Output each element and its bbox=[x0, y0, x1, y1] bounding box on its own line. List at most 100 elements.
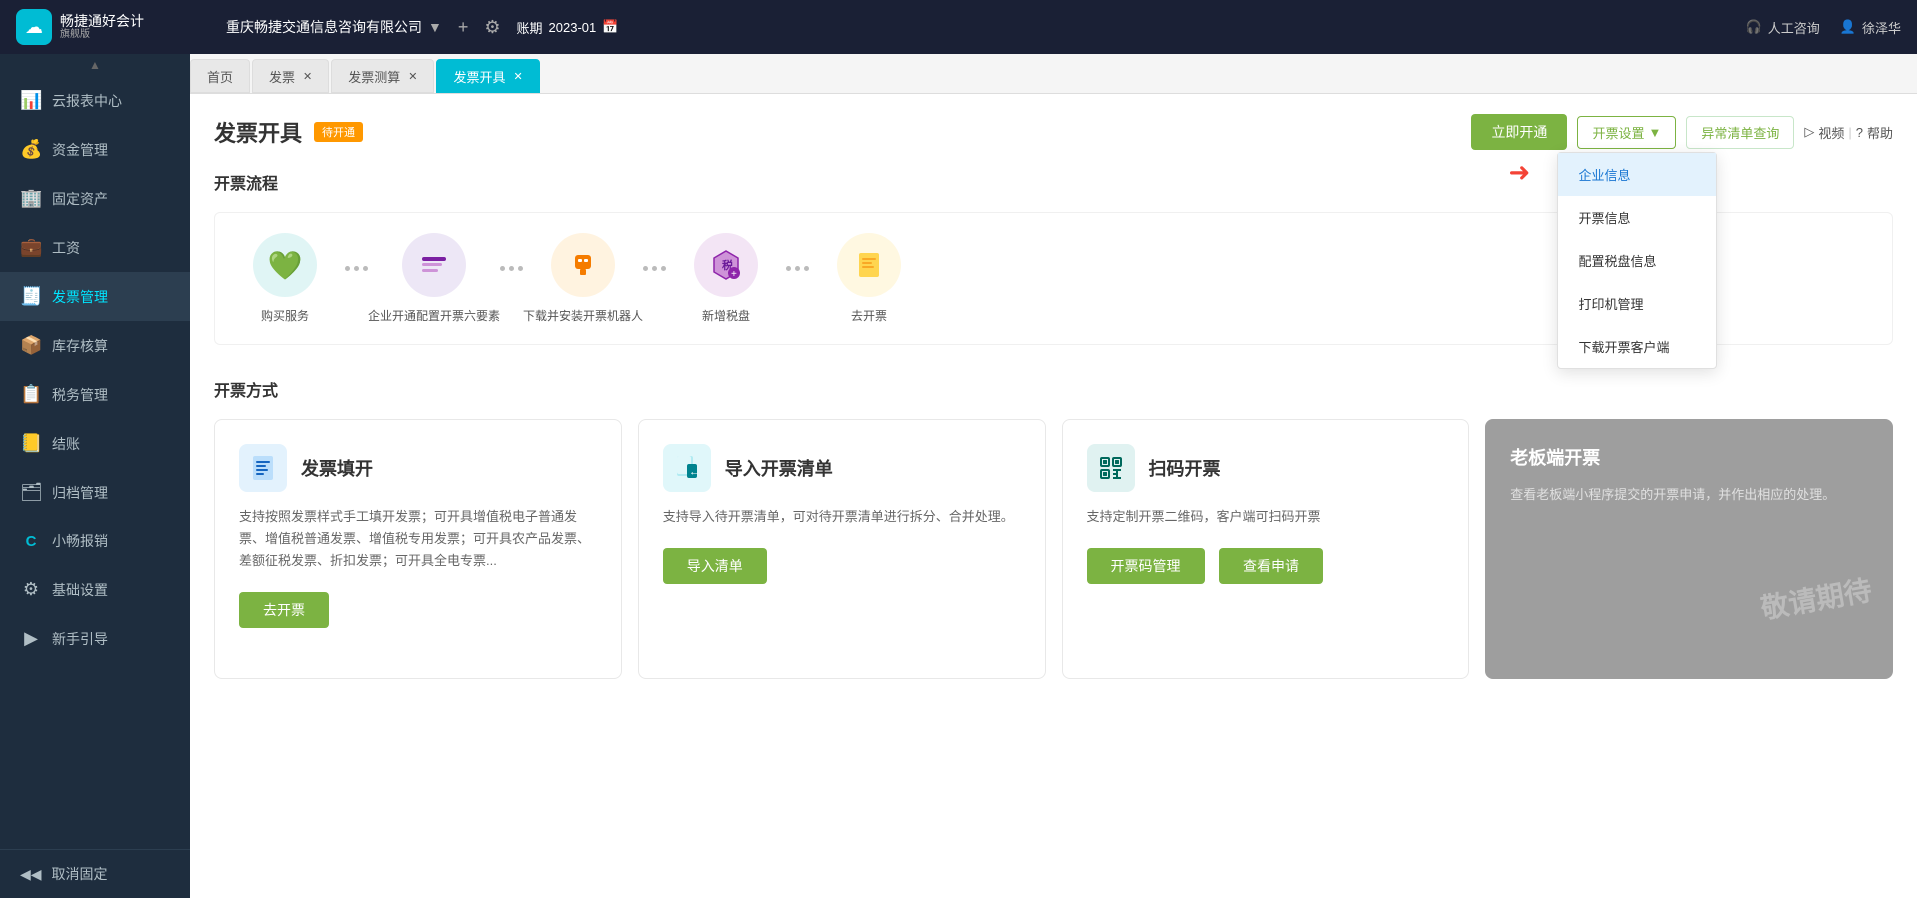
tab-fapiao-close[interactable]: ✕ bbox=[303, 70, 312, 83]
tax-icon: 📋 bbox=[20, 384, 42, 405]
manual-invoice-button[interactable]: 去开票 bbox=[239, 592, 329, 628]
process-step-install: 下载并安装开票机器人 bbox=[523, 233, 643, 324]
settings-button[interactable]: 开票设置 ▼ bbox=[1577, 116, 1676, 149]
period-value: 2023-01 bbox=[549, 20, 597, 35]
sidebar: ▲ 📊 云报表中心 💰 资金管理 🏢 固定资产 💼 工资 🧾 发票管理 📦 库存… bbox=[0, 54, 190, 898]
company-name-text: 重庆畅捷交通信息咨询有限公司 bbox=[226, 17, 422, 37]
method-card-boss-header: 老板端开票 bbox=[1510, 444, 1868, 470]
process-step-buy: 💚 购买服务 bbox=[225, 233, 345, 324]
tab-home[interactable]: 首页 bbox=[190, 59, 250, 93]
sidebar-item-gongzi[interactable]: 💼 工资 bbox=[0, 223, 190, 272]
settings-icon[interactable]: ⚙ bbox=[484, 17, 500, 38]
calendar-icon[interactable]: 📅 bbox=[602, 19, 618, 35]
app-name: 畅捷通好会计 bbox=[60, 13, 144, 30]
briefcase-icon: 💼 bbox=[20, 237, 42, 258]
dropdown-arrow-icon: ▼ bbox=[1648, 125, 1661, 140]
sidebar-item-jiezhang[interactable]: 📒 结账 bbox=[0, 419, 190, 468]
sidebar-label-yunbao: 云报表中心 bbox=[52, 91, 122, 111]
process-dots-2 bbox=[500, 266, 523, 291]
step-label-invoice: 去开票 bbox=[851, 307, 887, 324]
pin-icon: ◀◀ bbox=[20, 866, 42, 883]
dropdown-item-invoice[interactable]: 开票信息 bbox=[1558, 196, 1716, 239]
import-svg-icon: ← bbox=[673, 454, 701, 482]
play-circle-icon: ▷ bbox=[1804, 124, 1814, 140]
process-dots-3 bbox=[643, 266, 666, 291]
tab-fapiao[interactable]: 发票 ✕ bbox=[252, 59, 329, 93]
dropdown-item-taxdisk[interactable]: 配置税盘信息 bbox=[1558, 239, 1716, 282]
sidebar-item-yunbao[interactable]: 📊 云报表中心 bbox=[0, 76, 190, 125]
svg-text:+: + bbox=[731, 269, 737, 280]
sidebar-item-zijin[interactable]: 💰 资金管理 bbox=[0, 125, 190, 174]
step-icon-install bbox=[551, 233, 615, 297]
process-dots-4 bbox=[786, 266, 809, 291]
import-list-button[interactable]: 导入清单 bbox=[663, 548, 767, 584]
invoice-icon: 🧾 bbox=[20, 286, 42, 307]
user-area[interactable]: 👤 徐泽华 bbox=[1840, 18, 1901, 37]
sidebar-item-guidang[interactable]: 🗂 归档管理 bbox=[0, 468, 190, 517]
tab-home-label: 首页 bbox=[207, 67, 233, 86]
scan-icon bbox=[1087, 444, 1135, 492]
anomaly-button[interactable]: 异常清单查询 bbox=[1686, 116, 1794, 149]
process-dots-1 bbox=[345, 266, 368, 291]
qr-manage-button[interactable]: 开票码管理 bbox=[1087, 548, 1205, 584]
header-center: 重庆畅捷交通信息咨询有限公司 ▼ + ⚙ 账期 2023-01 📅 bbox=[206, 17, 1746, 38]
import-icon: ← bbox=[663, 444, 711, 492]
consult-label: 人工咨询 bbox=[1768, 18, 1820, 37]
tab-bar: 首页 发票 ✕ 发票测算 ✕ 发票开具 ✕ ✕ ⛶ bbox=[190, 54, 1917, 94]
dot bbox=[795, 266, 800, 271]
archive-icon: 🗂 bbox=[20, 482, 42, 503]
play-icon: ▶ bbox=[20, 628, 42, 649]
activate-button[interactable]: 立即开通 bbox=[1471, 114, 1567, 150]
sidebar-item-jichu[interactable]: ⚙ 基础设置 bbox=[0, 565, 190, 614]
tab-fapiaokaipu-close[interactable]: ✕ bbox=[514, 70, 523, 83]
process-step-config: 企业开通配置开票六要素 bbox=[368, 233, 500, 324]
dot bbox=[345, 266, 350, 271]
human-consult[interactable]: 🎧 人工咨询 bbox=[1746, 18, 1820, 37]
step-icon-config bbox=[402, 233, 466, 297]
sidebar-label-shuiwu: 税务管理 bbox=[52, 385, 108, 405]
scroll-up-btn[interactable]: ▲ bbox=[0, 54, 190, 76]
tab-fapiaocesuan-close[interactable]: ✕ bbox=[408, 70, 417, 83]
sidebar-item-xinshou[interactable]: ▶ 新手引导 bbox=[0, 614, 190, 663]
coming-soon-overlay: 敬请期待 bbox=[1757, 569, 1874, 628]
sidebar-label-jichu: 基础设置 bbox=[52, 580, 108, 600]
tab-fapiaocesuan[interactable]: 发票测算 ✕ bbox=[331, 59, 434, 93]
sidebar-item-shuiwu[interactable]: 📋 税务管理 bbox=[0, 370, 190, 419]
sidebar-item-fapiao[interactable]: 🧾 发票管理 bbox=[0, 272, 190, 321]
dropdown-item-company[interactable]: 企业信息 bbox=[1558, 153, 1716, 196]
method-desc-manual: 支持按照发票样式手工填开发票；可开具增值税电子普通发票、增值税普通发票、增值税专… bbox=[239, 506, 597, 572]
dot bbox=[354, 266, 359, 271]
config-svg-icon bbox=[418, 249, 450, 281]
sidebar-label-kucun: 库存核算 bbox=[52, 336, 108, 356]
invoice-svg-icon bbox=[853, 249, 885, 281]
dropdown-invoice-info-label: 开票信息 bbox=[1578, 211, 1630, 226]
dropdown-item-printer[interactable]: 打印机管理 bbox=[1558, 282, 1716, 325]
tab-fapiaocesuan-label: 发票测算 bbox=[348, 67, 400, 86]
cloud-icon: ☁ bbox=[25, 17, 43, 38]
dot bbox=[643, 266, 648, 271]
logo-icon: ☁ bbox=[16, 9, 52, 45]
sidebar-item-unpin[interactable]: ◀◀ 取消固定 bbox=[0, 850, 190, 898]
sidebar-label-zijin: 资金管理 bbox=[52, 140, 108, 160]
method-card-scan-header: 扫码开票 bbox=[1087, 444, 1445, 492]
process-step-addtax: 税 + 新增税盘 bbox=[666, 233, 786, 324]
sidebar-item-xiaochang[interactable]: C 小畅报销 bbox=[0, 517, 190, 565]
sidebar-item-gudingzichan[interactable]: 🏢 固定资产 bbox=[0, 174, 190, 223]
sidebar-label-xiaochang: 小畅报销 bbox=[52, 531, 108, 551]
step-icon-invoice bbox=[837, 233, 901, 297]
video-button[interactable]: ▷ 视频 | ? 帮助 bbox=[1804, 123, 1893, 142]
view-application-button[interactable]: 查看申请 bbox=[1219, 548, 1323, 584]
add-button[interactable]: + bbox=[458, 17, 469, 38]
dropdown-printer-label: 打印机管理 bbox=[1578, 297, 1643, 312]
dot bbox=[786, 266, 791, 271]
period-area: 账期 2023-01 📅 bbox=[517, 18, 619, 37]
gear-icon: ⚙ bbox=[20, 579, 42, 600]
method-card-manual-header: 发票填开 bbox=[239, 444, 597, 492]
tab-fapiaokaipu[interactable]: 发票开具 ✕ bbox=[436, 59, 539, 93]
dropdown-item-download[interactable]: 下载开票客户端 bbox=[1558, 325, 1716, 368]
manual-icon bbox=[239, 444, 287, 492]
sidebar-item-kucun[interactable]: 📦 库存核算 bbox=[0, 321, 190, 370]
dropdown-download-label: 下载开票客户端 bbox=[1578, 340, 1669, 355]
company-selector[interactable]: 重庆畅捷交通信息咨询有限公司 ▼ bbox=[226, 17, 442, 37]
main-content: 发票开具 待开通 立即开通 开票设置 ▼ 企业信息 开票信息 bbox=[190, 94, 1917, 898]
